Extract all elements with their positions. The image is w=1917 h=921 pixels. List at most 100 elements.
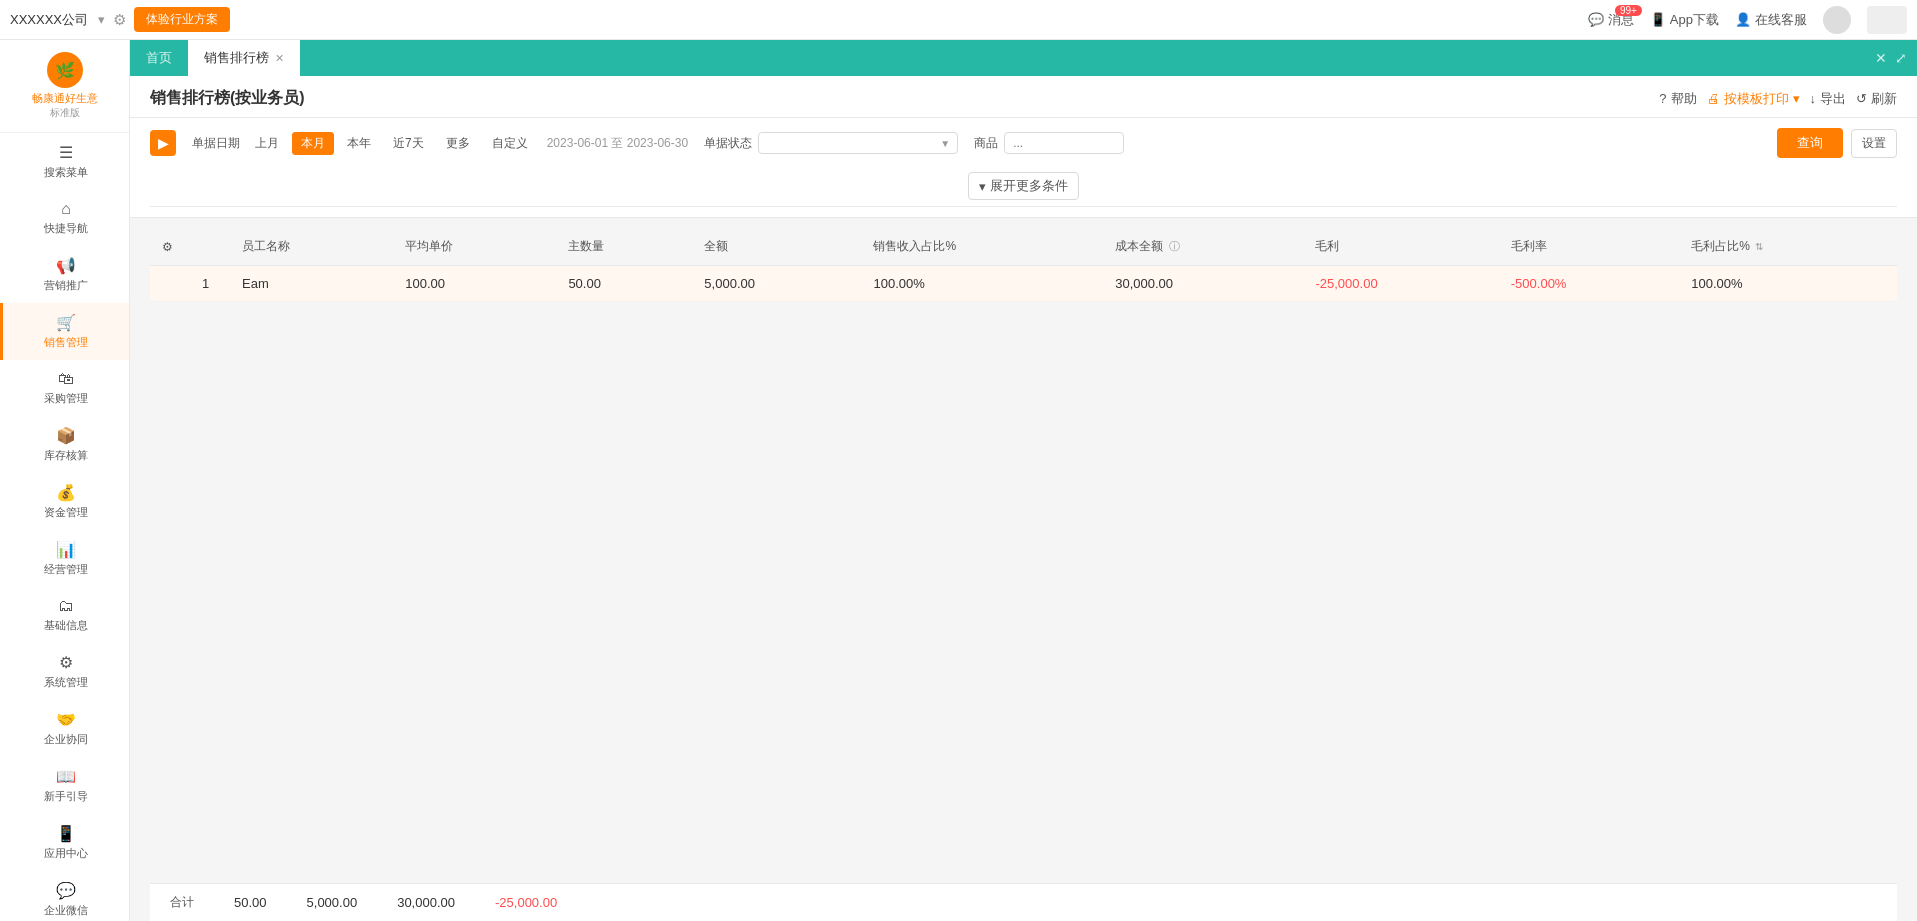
sidebar-label-ops: 经营管理 [44, 562, 88, 577]
tab-sales-rank[interactable]: 销售排行榜 ✕ [188, 40, 300, 76]
sidebar-label-finance: 资金管理 [44, 505, 88, 520]
sidebar-item-appstore[interactable]: 📱 应用中心 [0, 814, 129, 871]
footer-cost-amount: 30,000.00 [397, 895, 455, 910]
col-gross-pct: 毛利占比% ⇅ [1679, 228, 1897, 266]
system-icon: ⚙ [59, 653, 73, 672]
tab-controls: ✕ ⤢ [1865, 50, 1917, 66]
expand-down-icon: ▾ [979, 179, 986, 194]
cell-gross-pct: 100.00% [1679, 266, 1897, 302]
sidebar-item-inventory[interactable]: 📦 库存核算 [0, 416, 129, 473]
company-name: XXXXXX公司 [10, 11, 88, 29]
sidebar-item-sales[interactable]: 🛒 销售管理 [0, 303, 129, 360]
top-bar: XXXXXX公司 ▾ ⚙ 体验行业方案 💬 消息 99+ 📱 App下载 👤 在… [0, 0, 1917, 40]
tab-close-window-btn[interactable]: ✕ [1875, 50, 1887, 66]
product-filter-label: 商品 [974, 135, 998, 152]
coop-icon: 🤝 [56, 710, 76, 729]
filter-bar: ▶ 单据日期 上月 本月 本年 近7天 更多 自定义 2023- [130, 118, 1917, 218]
date-options: 上月 本月 本年 近7天 更多 自定义 [246, 132, 537, 155]
print-dropdown-icon: ▾ [1793, 91, 1800, 106]
sidebar-item-quicknav[interactable]: ⌂ 快捷导航 [0, 190, 129, 246]
status-select[interactable] [758, 132, 958, 154]
print-btn[interactable]: 🖨 按模板打印 ▾ [1707, 90, 1800, 108]
sidebar-item-coop[interactable]: 🤝 企业协同 [0, 700, 129, 757]
sidebar-item-marketing[interactable]: 📢 营销推广 [0, 246, 129, 303]
sidebar-item-purchase[interactable]: 🛍 采购管理 [0, 360, 129, 416]
sidebar-item-system[interactable]: ⚙ 系统管理 [0, 643, 129, 700]
sidebar-label-system: 系统管理 [44, 675, 88, 690]
col-cost-amount: 成本全额 ⓘ [1103, 228, 1303, 266]
date-opt-7days[interactable]: 近7天 [384, 132, 433, 155]
date-range: 2023-06-01 至 2023-06-30 [547, 135, 688, 152]
col-total-amount: 全额 [692, 228, 861, 266]
export-label: 导出 [1820, 90, 1846, 108]
sidebar-label-purchase: 采购管理 [44, 391, 88, 406]
filter-expand-icon[interactable]: ▶ [150, 130, 176, 156]
date-opt-lastmonth[interactable]: 上月 [246, 132, 288, 155]
app-icon: 📱 [1650, 12, 1666, 27]
tab-home[interactable]: 首页 [130, 40, 188, 76]
col-settings[interactable]: ⚙ [150, 228, 190, 266]
settings-small-btn[interactable]: 设置 [1851, 129, 1897, 158]
logo-icon: 🌿 [47, 52, 83, 88]
app-download-btn[interactable]: 📱 App下载 [1650, 11, 1719, 29]
help-btn[interactable]: ? 帮助 [1659, 90, 1696, 108]
avatar[interactable] [1823, 6, 1851, 34]
msg-badge: 99+ [1615, 5, 1642, 16]
trial-btn[interactable]: 体验行业方案 [134, 7, 230, 32]
cost-info-icon[interactable]: ⓘ [1169, 240, 1180, 252]
query-btn[interactable]: 查询 [1777, 128, 1843, 158]
cell-rank: 1 [190, 266, 230, 302]
top-bar-right: 💬 消息 99+ 📱 App下载 👤 在线客服 [1588, 6, 1907, 34]
page-content: 销售排行榜(按业务员) ? 帮助 🖨 按模板打印 ▾ ↓ 导出 [130, 76, 1917, 921]
footer-main-qty: 50.00 [234, 895, 267, 910]
sidebar-item-search[interactable]: ☰ 搜索菜单 [0, 133, 129, 190]
sort-icon[interactable]: ⇅ [1755, 241, 1763, 252]
status-filter: 单据状态 [704, 132, 958, 154]
col-sales-pct: 销售收入占比% [861, 228, 1103, 266]
sidebar: 🌿 畅康通好生意 标准版 ☰ 搜索菜单 ⌂ 快捷导航 📢 营销推广 🛒 销售管理… [0, 40, 130, 921]
sidebar-item-basic[interactable]: 🗂 基础信息 [0, 587, 129, 643]
date-opt-thismonth[interactable]: 本月 [292, 132, 334, 155]
tab-home-label: 首页 [146, 49, 172, 67]
cell-main-qty: 50.00 [556, 266, 692, 302]
sidebar-item-ops[interactable]: 📊 经营管理 [0, 530, 129, 587]
wechat-icon: 💬 [56, 881, 76, 900]
online-service-btn[interactable]: 👤 在线客服 [1735, 11, 1807, 29]
date-opt-custom[interactable]: 自定义 [483, 132, 537, 155]
marketing-icon: 📢 [56, 256, 76, 275]
export-btn[interactable]: ↓ 导出 [1810, 90, 1847, 108]
col-employee: 员工名称 [230, 228, 393, 266]
cell-settings [150, 266, 190, 302]
table-row: 1 Eam 100.00 50.00 5,000.00 100.00% 30,0… [150, 266, 1897, 302]
purchase-icon: 🛍 [58, 370, 74, 388]
logo-text: 畅康通好生意 [32, 91, 98, 106]
expand-conditions-btn[interactable]: ▾ 展开更多条件 [968, 172, 1079, 200]
service-icon: 👤 [1735, 12, 1751, 27]
product-input[interactable] [1004, 132, 1124, 154]
cell-cost-amount: 30,000.00 [1103, 266, 1303, 302]
cell-employee: Eam [230, 266, 393, 302]
sidebar-item-finance[interactable]: 💰 资金管理 [0, 473, 129, 530]
date-filter-label: 单据日期 [192, 135, 240, 152]
cell-total-amount: 5,000.00 [692, 266, 861, 302]
table-header-row: ⚙ 员工名称 平均单价 主数量 全额 销售收入占比% 成本全额 ⓘ 毛利 毛利率… [150, 228, 1897, 266]
sidebar-label-inventory: 库存核算 [44, 448, 88, 463]
footer-label: 合计 [170, 894, 194, 911]
topbar-settings-icon[interactable]: ⚙ [113, 11, 126, 29]
online-service-label: 在线客服 [1755, 11, 1807, 29]
refresh-btn[interactable]: ↺ 刷新 [1856, 90, 1897, 108]
sidebar-item-guide[interactable]: 📖 新手引导 [0, 757, 129, 814]
sidebar-logo: 🌿 畅康通好生意 标准版 [0, 40, 129, 133]
tab-expand-btn[interactable]: ⤢ [1895, 50, 1907, 66]
date-opt-thisyear[interactable]: 本年 [338, 132, 380, 155]
user-menu[interactable] [1867, 6, 1907, 34]
message-btn[interactable]: 💬 消息 99+ [1588, 11, 1634, 29]
sidebar-item-wechat[interactable]: 💬 企业微信 [0, 871, 129, 921]
date-opt-more[interactable]: 更多 [437, 132, 479, 155]
cell-gross-profit: -25,000.00 [1303, 266, 1498, 302]
tab-close-icon[interactable]: ✕ [275, 52, 284, 65]
sidebar-label-coop: 企业协同 [44, 732, 88, 747]
product-filter: 商品 [974, 132, 1124, 154]
company-dropdown-icon[interactable]: ▾ [98, 12, 105, 27]
refresh-icon: ↺ [1856, 91, 1867, 106]
